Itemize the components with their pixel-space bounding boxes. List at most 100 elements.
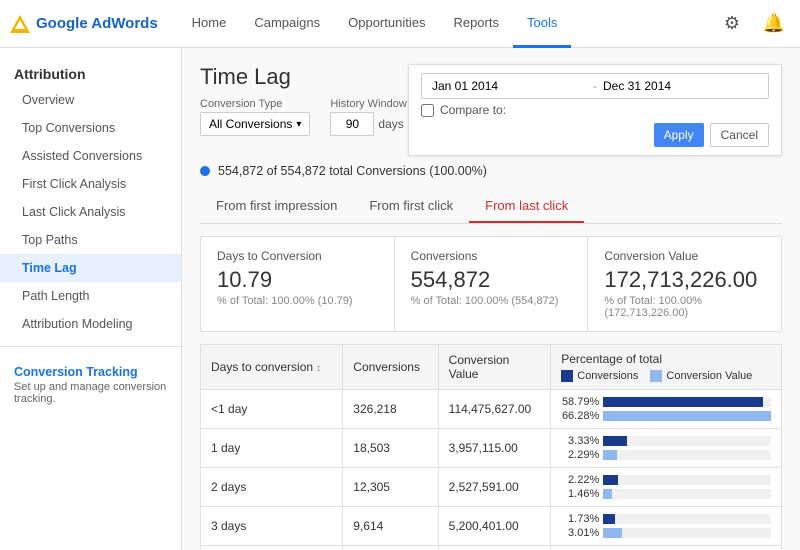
bar-track-val [603, 411, 771, 421]
bar-track-conv [603, 397, 771, 407]
conversion-tracking-subtitle: Set up and manage conversion tracking. [14, 381, 167, 405]
val-pct: 66.28% [561, 410, 599, 422]
stat-subtitle-2: % of Total: 100.00% (172,713,226.00) [604, 295, 765, 319]
bar-fill-val [603, 489, 611, 499]
stat-title-2: Conversion Value [604, 249, 765, 263]
bar-container: 1.73% 3.01% [561, 513, 771, 539]
cell-days: <1 day [201, 390, 343, 429]
tab-first-click[interactable]: From first click [353, 190, 469, 223]
bar-track-conv [603, 436, 771, 446]
sidebar-item-last-click[interactable]: Last Click Analysis [0, 198, 181, 226]
bar-fill-conv [603, 514, 615, 524]
history-window-group: History Window days [330, 98, 406, 136]
tab-last-click[interactable]: From last click [469, 190, 584, 223]
nav-items: Home Campaigns Opportunities Reports Too… [178, 0, 716, 48]
sidebar-item-first-click[interactable]: First Click Analysis [0, 170, 181, 198]
cell-conversions: 9,614 [343, 507, 438, 546]
stat-subtitle-0: % of Total: 100.00% (10.79) [217, 295, 378, 307]
notifications-icon[interactable]: 🔔 [758, 8, 790, 40]
cell-conversions: 8,286 [343, 546, 438, 550]
col-header-conversions: Conversions [343, 345, 438, 390]
sidebar-item-attribution-modeling[interactable]: Attribution Modeling [0, 310, 181, 338]
cell-days: 3 days [201, 507, 343, 546]
nav-reports[interactable]: Reports [439, 0, 513, 48]
cancel-button[interactable]: Cancel [710, 123, 769, 147]
logo-text: Google AdWords [36, 15, 158, 32]
info-text: 554,872 of 554,872 total Conversions (10… [218, 164, 487, 178]
bar-track-val [603, 450, 771, 460]
cell-days: 4 days [201, 546, 343, 550]
info-bar: 554,872 of 554,872 total Conversions (10… [200, 164, 782, 178]
conv-pct: 58.79% [561, 396, 599, 408]
tabs: From first impression From first click F… [200, 190, 782, 224]
bar-container: 2.22% 1.46% [561, 474, 771, 500]
th-legend: Percentage of total Conversions Conversi… [561, 352, 771, 382]
bar-track-conv [603, 514, 771, 524]
table-row: 3 days9,6145,200,401.00 1.73% 3.01% [201, 507, 782, 546]
compare-checkbox[interactable] [421, 104, 434, 117]
sidebar-item-assisted-conversions[interactable]: Assisted Conversions [0, 142, 181, 170]
history-window-inputs: days [330, 112, 406, 136]
legend-value: Conversion Value [650, 370, 752, 382]
sidebar-item-top-paths[interactable]: Top Paths [0, 226, 181, 254]
legend-conv-box [561, 370, 573, 382]
bar-row-val: 2.29% [561, 449, 771, 461]
sidebar-item-top-conversions[interactable]: Top Conversions [0, 114, 181, 142]
cell-days: 2 days [201, 468, 343, 507]
table-row: 1 day18,5033,957,115.00 3.33% 2.29% [201, 429, 782, 468]
compare-row: Compare to: [421, 103, 769, 117]
legend: Conversions Conversion Value [561, 370, 771, 382]
nav-campaigns[interactable]: Campaigns [240, 0, 334, 48]
stat-value-1: 554,872 [411, 267, 572, 293]
val-pct: 1.46% [561, 488, 599, 500]
conversion-type-select[interactable]: All Conversions [200, 112, 310, 136]
date-start-input[interactable] [432, 79, 587, 93]
pct-label: Percentage of total [561, 352, 771, 366]
sidebar-item-overview[interactable]: Overview [0, 86, 181, 114]
apply-button[interactable]: Apply [654, 123, 704, 147]
bar-fill-val [603, 528, 621, 538]
cell-value: 5,200,401.00 [438, 507, 551, 546]
history-window-unit: days [378, 117, 403, 131]
date-widget: - Compare to: Apply Cancel [408, 64, 782, 156]
legend-val-box [650, 370, 662, 382]
cell-conversions: 326,218 [343, 390, 438, 429]
history-window-label: History Window [330, 98, 406, 110]
cell-bars: 58.79% 66.28% [551, 390, 782, 429]
cell-conversions: 12,305 [343, 468, 438, 507]
nav-icons: ⚙ 🔔 [716, 8, 790, 40]
legend-val-label: Conversion Value [666, 370, 752, 382]
cell-days: 1 day [201, 429, 343, 468]
conversion-tracking-title[interactable]: Conversion Tracking [14, 365, 167, 379]
sidebar-item-path-length[interactable]: Path Length [0, 282, 181, 310]
bar-row-val: 1.46% [561, 488, 771, 500]
settings-icon[interactable]: ⚙ [716, 8, 748, 40]
info-dot [200, 166, 210, 176]
nav-opportunities[interactable]: Opportunities [334, 0, 439, 48]
conversion-type-label: Conversion Type [200, 98, 310, 110]
nav-tools[interactable]: Tools [513, 0, 571, 48]
bar-track-val [603, 489, 771, 499]
date-end-input[interactable] [603, 79, 758, 93]
tab-first-impression[interactable]: From first impression [200, 190, 353, 223]
cell-bars: 1.73% 3.01% [551, 507, 782, 546]
bar-container: 3.33% 2.29% [561, 435, 771, 461]
cell-value: 2,527,591.00 [438, 468, 551, 507]
bar-row-conv: 2.22% [561, 474, 771, 486]
stat-title-0: Days to Conversion [217, 249, 378, 263]
controls-row: Conversion Type All Conversions History … [200, 98, 407, 136]
bar-row-conv: 1.73% [561, 513, 771, 525]
col-header-days[interactable]: Days to conversion [201, 345, 343, 390]
history-window-input[interactable] [330, 112, 374, 136]
cell-value: 114,475,627.00 [438, 390, 551, 429]
bar-row-conv: 3.33% [561, 435, 771, 447]
bar-fill-val [603, 411, 771, 421]
sidebar-item-time-lag[interactable]: Time Lag [0, 254, 181, 282]
bar-fill-conv [603, 436, 626, 446]
stat-value-0: 10.79 [217, 267, 378, 293]
nav-home[interactable]: Home [178, 0, 241, 48]
legend-conversions: Conversions [561, 370, 638, 382]
stats-row: Days to Conversion 10.79 % of Total: 100… [200, 236, 782, 332]
sidebar-conversion-tracking[interactable]: Conversion Tracking Set up and manage co… [0, 355, 181, 415]
cell-bars: 2.22% 1.46% [551, 468, 782, 507]
